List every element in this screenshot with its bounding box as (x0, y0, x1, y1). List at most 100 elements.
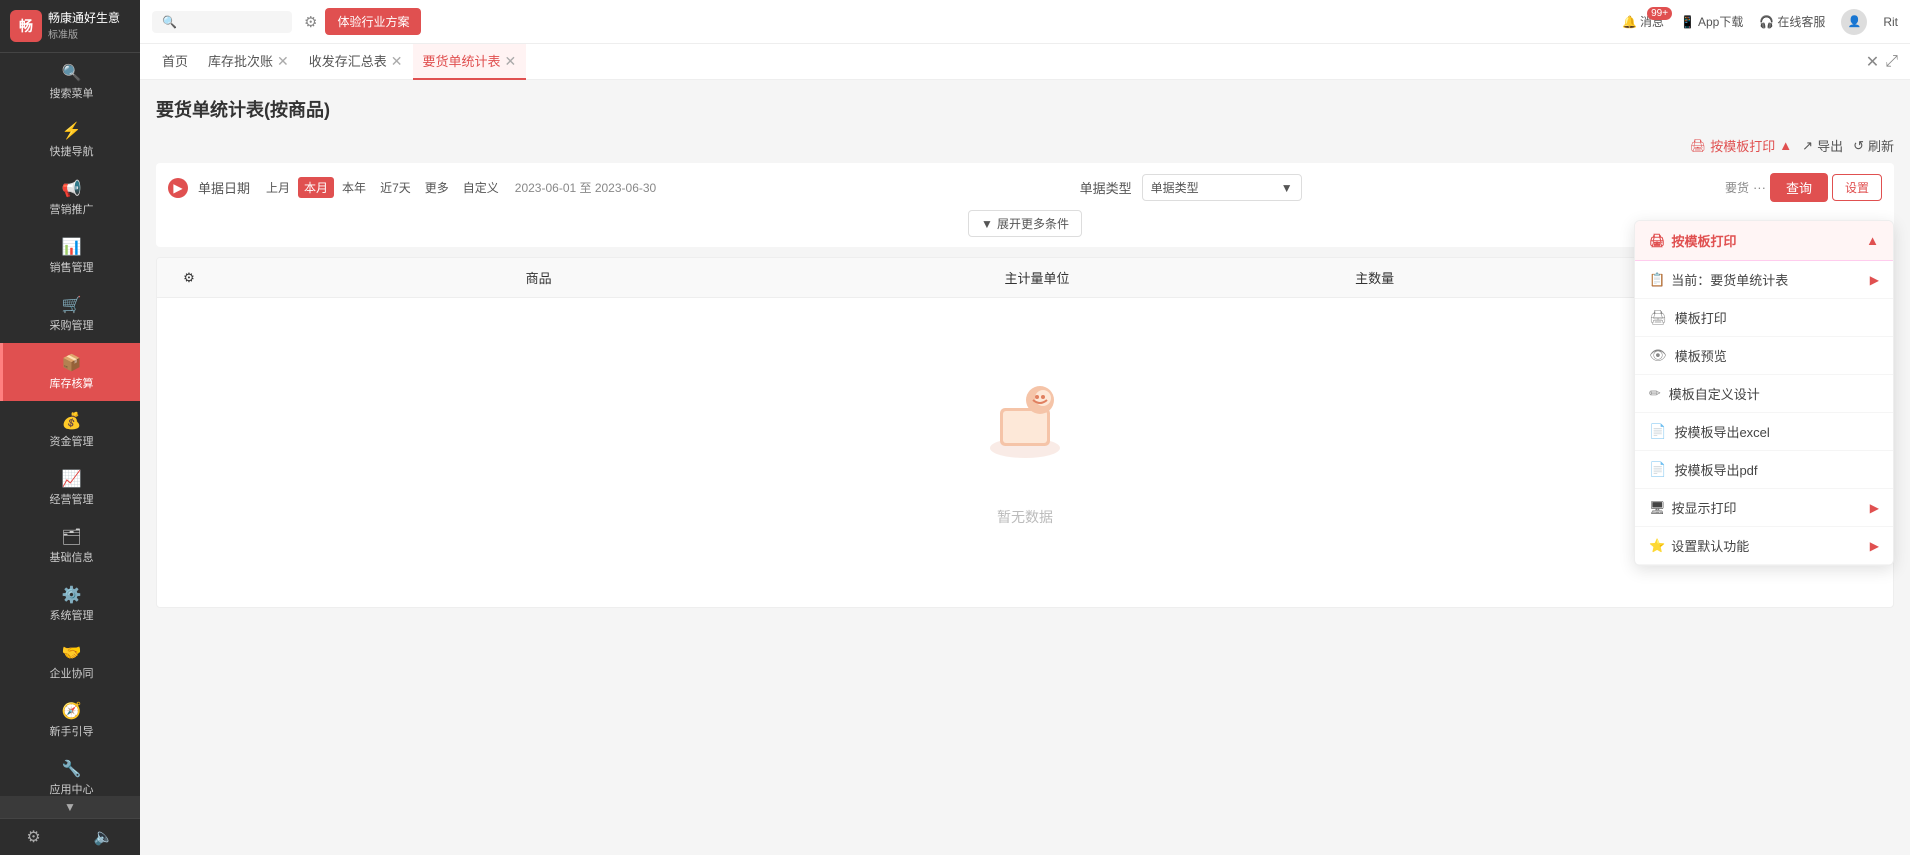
sidebar: 畅 畅康通好生意 标准版 🔍 搜索菜单 ⚡ 快捷导航 📢 营销推广 📊 销售管理… (0, 0, 140, 855)
chevron-up-icon: ▲ (1779, 138, 1792, 153)
sidebar-item-collab[interactable]: 🤝 企业协同 (0, 633, 140, 691)
tab-label-home: 首页 (162, 51, 188, 70)
user-name: Rit (1883, 15, 1898, 29)
date-btn-this-year[interactable]: 本年 (336, 177, 372, 198)
default-icon: ⭐ (1649, 538, 1665, 554)
sidebar-item-quick-nav[interactable]: ⚡ 快捷导航 (0, 111, 140, 169)
nav-label-base: 基础信息 (50, 549, 94, 565)
printer-small-icon: 🖨 (1649, 309, 1667, 326)
filter-toggle-icon[interactable]: ▶ (168, 178, 188, 198)
tab-home[interactable]: 首页 (152, 44, 198, 80)
sidebar-item-operations[interactable]: 📈 经营管理 (0, 459, 140, 517)
topbar-right: 🔔 消息 99+ 📱 App下载 🎧 在线客服 👤 Rit (1622, 9, 1898, 35)
close-tab-icon[interactable]: ✕ (1866, 52, 1879, 72)
more-icon[interactable]: ··· (1753, 180, 1766, 195)
topbar-left: 🔍 ⚙ 体验行业方案 (152, 8, 421, 35)
order-type-label: 要货 (1725, 179, 1749, 196)
date-btn-last-month[interactable]: 上月 (260, 177, 296, 198)
nav-icon-system: ⚙️ (62, 585, 82, 605)
avatar[interactable]: 👤 (1841, 9, 1867, 35)
nav-label-system: 系统管理 (50, 607, 94, 623)
sidebar-item-sales[interactable]: 📊 销售管理 (0, 227, 140, 285)
topbar-search[interactable]: 🔍 (152, 11, 292, 33)
sidebar-item-system[interactable]: ⚙️ 系统管理 (0, 575, 140, 633)
sidebar-item-base[interactable]: 🗂 基础信息 (0, 517, 140, 575)
dropdown-current[interactable]: 📋 当前：要货单统计表 ▶ (1635, 261, 1893, 299)
date-btn-7days[interactable]: 近7天 (374, 177, 417, 198)
tab-close-batch-account[interactable]: ✕ (277, 54, 289, 68)
nav-icon-marketing: 📢 (62, 179, 82, 199)
trial-button[interactable]: 体验行业方案 (325, 8, 421, 35)
sidebar-item-purchase[interactable]: 🛒 采购管理 (0, 285, 140, 343)
online-service-link[interactable]: 🎧 在线客服 (1759, 13, 1825, 30)
sidebar-item-inventory[interactable]: 📦 库存核算 (0, 343, 140, 401)
sidebar-item-marketing[interactable]: 📢 营销推广 (0, 169, 140, 227)
dropdown-item-template-excel[interactable]: 📄 按模板导出excel (1635, 413, 1893, 451)
date-btn-more[interactable]: 更多 (419, 177, 455, 198)
nav-label-finance: 资金管理 (50, 433, 94, 449)
nav-label-quick-nav: 快捷导航 (50, 143, 94, 159)
topbar-settings-icon[interactable]: ⚙ (304, 13, 317, 31)
settings-button[interactable]: 设置 (1832, 174, 1882, 201)
tab-batch-account[interactable]: 库存批次账 ✕ (198, 44, 299, 80)
dropdown-item-template-pdf[interactable]: 📄 按模板导出pdf (1635, 451, 1893, 489)
speaker-icon[interactable]: 🔈 (94, 827, 114, 847)
settings-icon-col[interactable]: ⚙ (183, 270, 195, 285)
sidebar-nav: 🔍 搜索菜单 ⚡ 快捷导航 📢 营销推广 📊 销售管理 🛒 采购管理 📦 库存核… (0, 53, 140, 796)
tab-close-order-stats[interactable]: ✕ (505, 54, 517, 68)
nav-label-marketing: 营销推广 (50, 201, 94, 217)
dropdown-item-template-print[interactable]: 🖨 模板打印 (1635, 299, 1893, 337)
dropdown-set-default[interactable]: ⭐ 设置默认功能 ▶ (1635, 527, 1893, 565)
expand-more-btn[interactable]: ▼ 展开更多条件 (968, 210, 1082, 237)
type-select[interactable]: 单据类型 ▼ (1142, 174, 1302, 201)
export-icon: ↗ (1802, 138, 1813, 154)
sidebar-item-finance[interactable]: 💰 资金管理 (0, 401, 140, 459)
rightmost-filter: 要货 ··· 查询 设置 (1725, 173, 1882, 202)
expand-icon[interactable]: ⤢ (1885, 52, 1898, 72)
tab-close-receipt-summary[interactable]: ✕ (391, 54, 403, 68)
sidebar-item-search[interactable]: 🔍 搜索菜单 (0, 53, 140, 111)
tab-label-batch-account: 库存批次账 (208, 51, 273, 70)
excel-icon: 📄 (1649, 423, 1666, 440)
refresh-button[interactable]: ↺ 刷新 (1853, 136, 1894, 155)
tab-receipt-summary[interactable]: 收发存汇总表✕ (299, 44, 413, 80)
query-button[interactable]: 查询 (1770, 173, 1828, 202)
refresh-icon: ↺ (1853, 138, 1864, 154)
avatar-icon: 👤 (1847, 15, 1861, 28)
table-header: ⚙商品主计量单位主数量零售金额 (157, 258, 1893, 298)
dropdown-display-print[interactable]: 🖥 按显示打印 ▶ (1635, 489, 1893, 527)
sidebar-scroll-down[interactable]: ▼ (0, 796, 140, 818)
nav-icon-apps: 🔧 (62, 759, 82, 779)
print-dropdown: 🖨 按模板打印 ▲ 📋 当前：要货单统计表 ▶ 🖨 模板打印 👁 模板预览 (1634, 220, 1894, 566)
table-col-0: ⚙ (169, 270, 209, 286)
export-button[interactable]: ↗ 导出 (1802, 136, 1843, 155)
print-template-button[interactable]: 🖨 按模板打印 ▲ (1690, 136, 1792, 155)
dropdown-item-template-preview[interactable]: 👁 模板预览 (1635, 337, 1893, 375)
nav-icon-operations: 📈 (62, 469, 82, 489)
pdf-icon: 📄 (1649, 461, 1666, 478)
sidebar-item-apps[interactable]: 🔧 应用中心 (0, 749, 140, 796)
page-content: 要货单统计表(按商品) 🖨 按模板打印 ▲ ↗ 导出 ↺ 刷新 ▶ 单据日期 (140, 80, 1910, 855)
nav-label-apps: 应用中心 (50, 781, 94, 796)
tab-order-stats[interactable]: 要货单统计表✕ (413, 44, 527, 80)
chevron-right-icon: ▶ (1870, 273, 1879, 287)
bell-icon: 🔔 (1622, 15, 1637, 29)
table-col-3: 主数量 (1206, 268, 1544, 287)
date-btn-custom[interactable]: 自定义 (457, 177, 505, 198)
app-download-link[interactable]: 📱 App下载 (1680, 13, 1743, 30)
dropdown-header[interactable]: 🖨 按模板打印 ▲ (1635, 221, 1893, 261)
empty-text: 暂无数据 (997, 507, 1053, 527)
empty-illustration (975, 378, 1075, 497)
printer-icon: 🖨 (1690, 138, 1707, 154)
chevron-right-icon3: ▶ (1870, 539, 1879, 553)
tabs-resize: ✕ ⤢ (1866, 52, 1898, 72)
date-btn-this-month[interactable]: 本月 (298, 177, 334, 198)
search-icon: 🔍 (162, 15, 177, 29)
sidebar-item-guide[interactable]: 🧭 新手引导 (0, 691, 140, 749)
chevron-right-icon2: ▶ (1870, 501, 1879, 515)
nav-label-sales: 销售管理 (50, 259, 94, 275)
message-button[interactable]: 🔔 消息 99+ (1622, 13, 1664, 30)
dropdown-item-template-design[interactable]: ✏ 模板自定义设计 (1635, 375, 1893, 413)
headset-icon: 🎧 (1759, 15, 1774, 29)
settings-icon[interactable]: ⚙ (26, 827, 40, 847)
